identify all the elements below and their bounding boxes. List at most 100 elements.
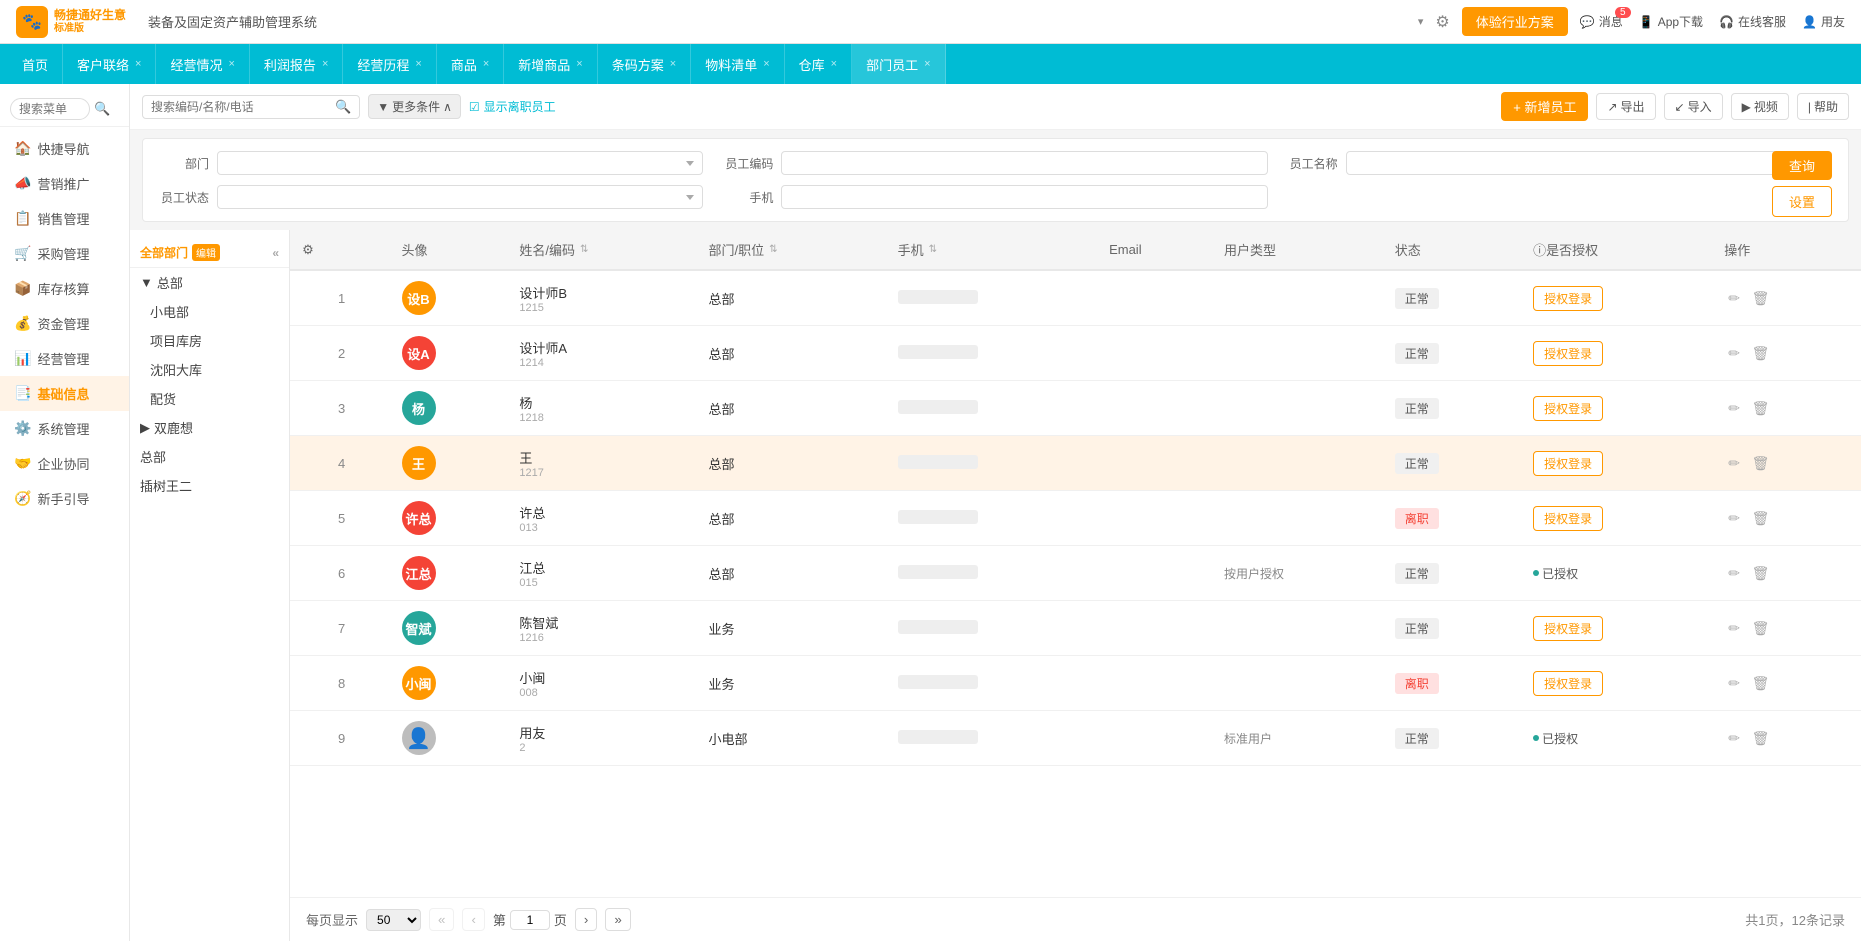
message-button[interactable]: 💬 消息 5 — [1580, 13, 1623, 30]
sidebar-item-purchase[interactable]: 🛒 采购管理 — [0, 236, 129, 271]
dept-tree-collapse[interactable]: « — [272, 246, 279, 260]
tab-material[interactable]: 物料清单 × — [691, 44, 784, 84]
dept-item-planting[interactable]: 插树王二 — [130, 471, 289, 500]
view-button[interactable]: ▶ 视频 — [1731, 93, 1789, 120]
edit-button-1[interactable]: ✏ — [1724, 288, 1744, 309]
set-button[interactable]: 设置 — [1772, 186, 1832, 217]
show-resigned-toggle[interactable]: ☑ 显示离职员工 — [469, 98, 556, 115]
tab-close-process[interactable]: × — [415, 58, 421, 70]
help-button[interactable]: | 帮助 — [1797, 93, 1849, 120]
dept-edit-button[interactable]: 编辑 — [192, 244, 220, 261]
export-button[interactable]: ↗ 导出 — [1596, 93, 1655, 120]
prev-page-button[interactable]: ‹ — [462, 908, 484, 931]
delete-button-2[interactable]: 🗑 — [1748, 343, 1774, 364]
tab-close-customer[interactable]: × — [135, 58, 141, 70]
tab-warehouse[interactable]: 仓库 × — [785, 44, 852, 84]
tab-close-goods[interactable]: × — [483, 58, 489, 70]
auth-button-2[interactable]: 授权登录 — [1533, 341, 1603, 366]
sidebar-item-shortcut[interactable]: 🏠 快捷导航 — [0, 131, 129, 166]
page-input[interactable] — [510, 910, 550, 930]
dept-item-project[interactable]: 项目库房 — [130, 326, 289, 355]
filter-btn[interactable]: ▼ 更多条件 ∧ — [368, 94, 461, 119]
tab-close-department[interactable]: × — [924, 58, 930, 70]
edit-button-5[interactable]: ✏ — [1724, 508, 1744, 529]
edit-button-7[interactable]: ✏ — [1724, 618, 1744, 639]
tab-close-business[interactable]: × — [228, 58, 234, 70]
th-name[interactable]: 姓名/编码⇅ — [507, 230, 696, 270]
search-input[interactable] — [151, 100, 331, 114]
auth-button-7[interactable]: 授权登录 — [1533, 616, 1603, 641]
dept-item-shenyang[interactable]: 沈阳大库 — [130, 355, 289, 384]
dept-filter-select[interactable] — [217, 151, 703, 175]
dept-item-twin-dreams[interactable]: ▶ 双鹿想 — [130, 413, 289, 442]
delete-button-1[interactable]: 🗑 — [1748, 288, 1774, 309]
sidebar-item-marketing[interactable]: 📣 营销推广 — [0, 166, 129, 201]
edit-button-3[interactable]: ✏ — [1724, 398, 1744, 419]
edit-button-9[interactable]: ✏ — [1724, 728, 1744, 749]
trial-button[interactable]: 体验行业方案 — [1462, 7, 1568, 36]
delete-button-3[interactable]: 🗑 — [1748, 398, 1774, 419]
sidebar-item-sales[interactable]: 📋 销售管理 — [0, 201, 129, 236]
sidebar-item-basic[interactable]: 📑 基础信息 — [0, 376, 129, 411]
auth-button-5[interactable]: 授权登录 — [1533, 506, 1603, 531]
emp-code-input[interactable] — [781, 151, 1267, 175]
sidebar-item-guide[interactable]: 🧭 新手引导 — [0, 481, 129, 516]
th-settings[interactable]: ⚙ — [290, 230, 326, 270]
tab-profit[interactable]: 利润报告 × — [250, 44, 343, 84]
auth-button-1[interactable]: 授权登录 — [1533, 286, 1603, 311]
tab-department[interactable]: 部门员工 × — [852, 44, 945, 84]
first-page-button[interactable]: « — [429, 908, 454, 931]
tab-add-goods[interactable]: 新增商品 × — [504, 44, 597, 84]
last-page-button[interactable]: » — [605, 908, 630, 931]
app-download-button[interactable]: 📱 App下载 — [1639, 13, 1703, 30]
auth-button-3[interactable]: 授权登录 — [1533, 396, 1603, 421]
sidebar-item-inventory[interactable]: 📦 库存核算 — [0, 271, 129, 306]
edit-button-8[interactable]: ✏ — [1724, 673, 1744, 694]
tab-home[interactable]: 首页 — [8, 44, 63, 84]
tab-barcode[interactable]: 条码方案 × — [598, 44, 691, 84]
phone-input[interactable] — [781, 185, 1267, 209]
search-button[interactable]: 查询 — [1772, 151, 1832, 180]
dept-item-small-elec[interactable]: 小电部 — [130, 297, 289, 326]
th-dept[interactable]: 部门/职位⇅ — [697, 230, 886, 270]
delete-button-6[interactable]: 🗑 — [1748, 563, 1774, 584]
sidebar-item-operation[interactable]: 📊 经营管理 — [0, 341, 129, 376]
dept-item-distribution[interactable]: 配货 — [130, 384, 289, 413]
delete-button-8[interactable]: 🗑 — [1748, 673, 1774, 694]
tab-close-barcode[interactable]: × — [670, 58, 676, 70]
delete-button-9[interactable]: 🗑 — [1748, 728, 1774, 749]
tab-close-material[interactable]: × — [763, 58, 769, 70]
add-employee-button[interactable]: + 新增员工 — [1501, 92, 1588, 121]
edit-button-4[interactable]: ✏ — [1724, 453, 1744, 474]
tab-close-profit[interactable]: × — [322, 58, 328, 70]
dept-item-corp[interactable]: ▼ 总部 — [130, 268, 289, 297]
sidebar-search-input[interactable] — [10, 98, 90, 120]
import-button[interactable]: ↙ 导入 — [1664, 93, 1723, 120]
gear-button[interactable]: ⚙ — [1435, 12, 1449, 32]
delete-button-7[interactable]: 🗑 — [1748, 618, 1774, 639]
edit-button-6[interactable]: ✏ — [1724, 563, 1744, 584]
sidebar-item-enterprise[interactable]: 🤝 企业协同 — [0, 446, 129, 481]
emp-status-select[interactable] — [217, 185, 703, 209]
auth-button-4[interactable]: 授权登录 — [1533, 451, 1603, 476]
sidebar-item-finance[interactable]: 💰 资金管理 — [0, 306, 129, 341]
tab-close-warehouse[interactable]: × — [831, 58, 837, 70]
tab-business[interactable]: 经营情况 × — [156, 44, 249, 84]
tab-process[interactable]: 经营历程 × — [343, 44, 436, 84]
auth-button-8[interactable]: 授权登录 — [1533, 671, 1603, 696]
dept-item-hq[interactable]: 总部 — [130, 442, 289, 471]
user-button[interactable]: 👤 用友 — [1802, 13, 1845, 30]
emp-name-input[interactable] — [1346, 151, 1832, 175]
system-dropdown-arrow[interactable]: ▾ — [1418, 15, 1424, 28]
edit-button-2[interactable]: ✏ — [1724, 343, 1744, 364]
sidebar-item-system[interactable]: ⚙️ 系统管理 — [0, 411, 129, 446]
next-page-button[interactable]: › — [575, 908, 597, 931]
online-service-button[interactable]: 🎧 在线客服 — [1719, 13, 1786, 30]
per-page-select[interactable]: 50 100 200 — [366, 909, 421, 931]
delete-button-4[interactable]: 🗑 — [1748, 453, 1774, 474]
delete-button-5[interactable]: 🗑 — [1748, 508, 1774, 529]
th-phone[interactable]: 手机⇅ — [886, 230, 1097, 270]
tab-customer[interactable]: 客户联络 × — [63, 44, 156, 84]
tab-close-add-goods[interactable]: × — [576, 58, 582, 70]
tab-goods[interactable]: 商品 × — [437, 44, 504, 84]
